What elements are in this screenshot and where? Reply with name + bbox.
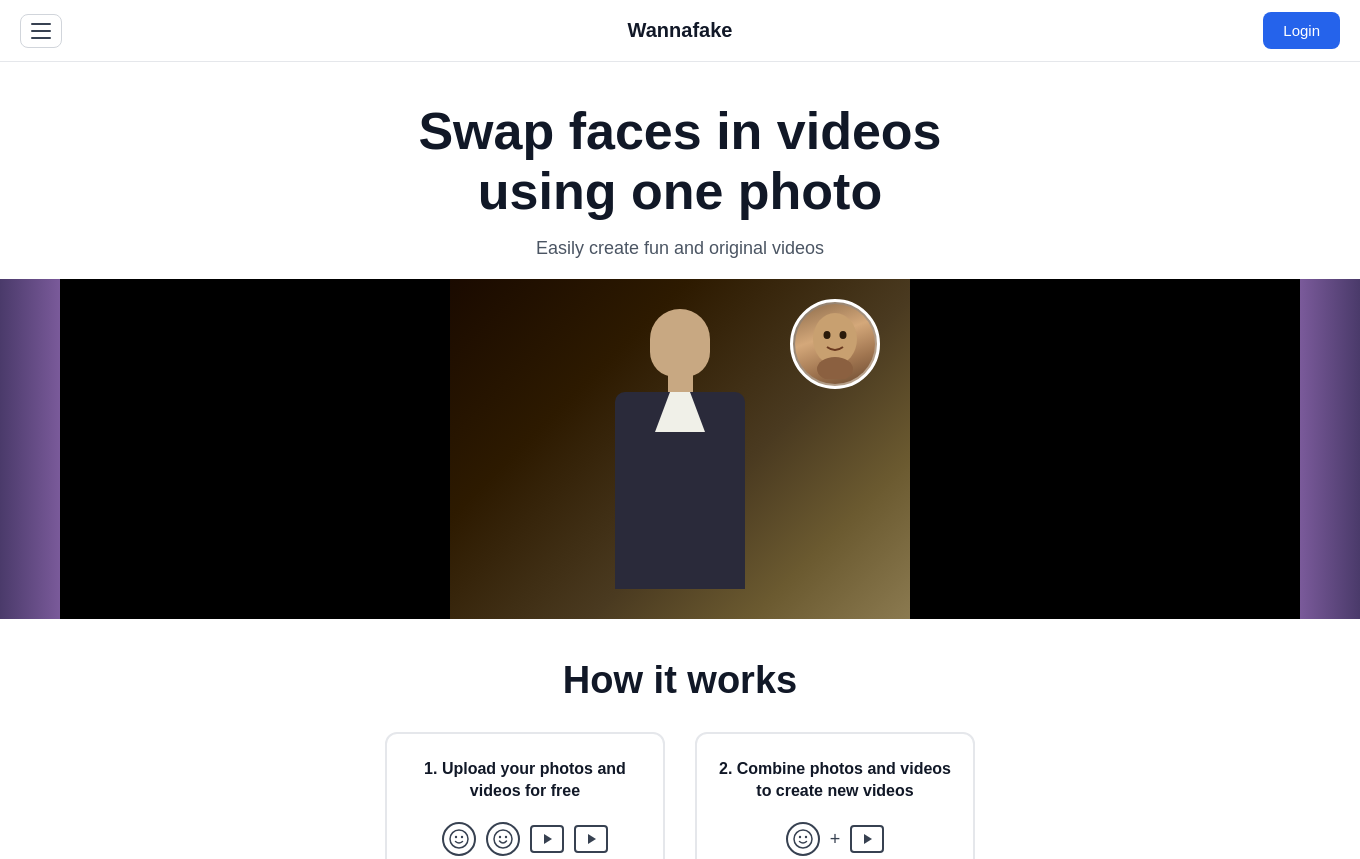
hamburger-line-1 [31, 23, 51, 25]
video-section [0, 279, 1360, 619]
svg-point-7 [494, 830, 512, 848]
person-head [650, 309, 710, 378]
svg-point-8 [499, 836, 501, 838]
person-body [615, 392, 745, 530]
svg-point-12 [794, 830, 812, 848]
how-it-works-section: How it works 1. Upload your photos and v… [0, 619, 1360, 859]
play-icon-row1 [850, 825, 884, 853]
card1-icons [407, 822, 643, 856]
hamburger-menu-button[interactable] [20, 14, 62, 48]
card1-title: 1. Upload your photos and videos for fre… [407, 758, 643, 803]
hero-section: Swap faces in videos using one photo Eas… [0, 62, 1360, 279]
svg-point-14 [805, 836, 807, 838]
svg-point-2 [840, 331, 847, 339]
photo-overlay-circle [790, 299, 880, 389]
video-icon-2 [574, 825, 608, 853]
person-neck [668, 372, 693, 392]
leg-right [684, 530, 745, 589]
face-svg [800, 309, 870, 379]
hamburger-line-2 [31, 30, 51, 32]
video-bg-left [0, 279, 60, 619]
smile-icon-1 [442, 822, 476, 856]
video-icon-1 [530, 825, 564, 853]
hero-subtitle: Easily create fun and original videos [20, 238, 1340, 259]
svg-point-1 [824, 331, 831, 339]
svg-marker-10 [544, 834, 552, 844]
hero-title: Swap faces in videos using one photo [20, 102, 1340, 222]
face-photo [795, 304, 875, 384]
app-title: Wannafake [628, 19, 733, 42]
person-collar [655, 392, 705, 432]
svg-point-13 [799, 836, 801, 838]
svg-marker-15 [864, 834, 872, 844]
video-inner [450, 279, 910, 619]
section-title: How it works [20, 659, 1340, 702]
svg-marker-11 [588, 834, 596, 844]
video-bg-right [1300, 279, 1360, 619]
person-legs [615, 530, 745, 589]
svg-point-9 [505, 836, 507, 838]
header: Wannafake Login [0, 0, 1360, 62]
plus-icon-row1: + [830, 829, 841, 850]
card-combine: 2. Combine photos and videos to create n… [695, 732, 975, 859]
svg-point-6 [461, 836, 463, 838]
card2-row1: + [717, 822, 953, 856]
smile-icon-row1 [786, 822, 820, 856]
cards-container: 1. Upload your photos and videos for fre… [20, 732, 1340, 859]
svg-point-4 [450, 830, 468, 848]
hero-title-line1: Swap faces in videos [418, 102, 941, 160]
hero-title-line2: using one photo [478, 162, 882, 220]
svg-point-5 [455, 836, 457, 838]
login-button[interactable]: Login [1263, 12, 1340, 49]
card-upload: 1. Upload your photos and videos for fre… [385, 732, 665, 859]
smile-icon-2 [486, 822, 520, 856]
person-figure [580, 309, 780, 589]
leg-left [615, 530, 676, 589]
hamburger-line-3 [31, 37, 51, 39]
card2-title: 2. Combine photos and videos to create n… [717, 758, 953, 803]
